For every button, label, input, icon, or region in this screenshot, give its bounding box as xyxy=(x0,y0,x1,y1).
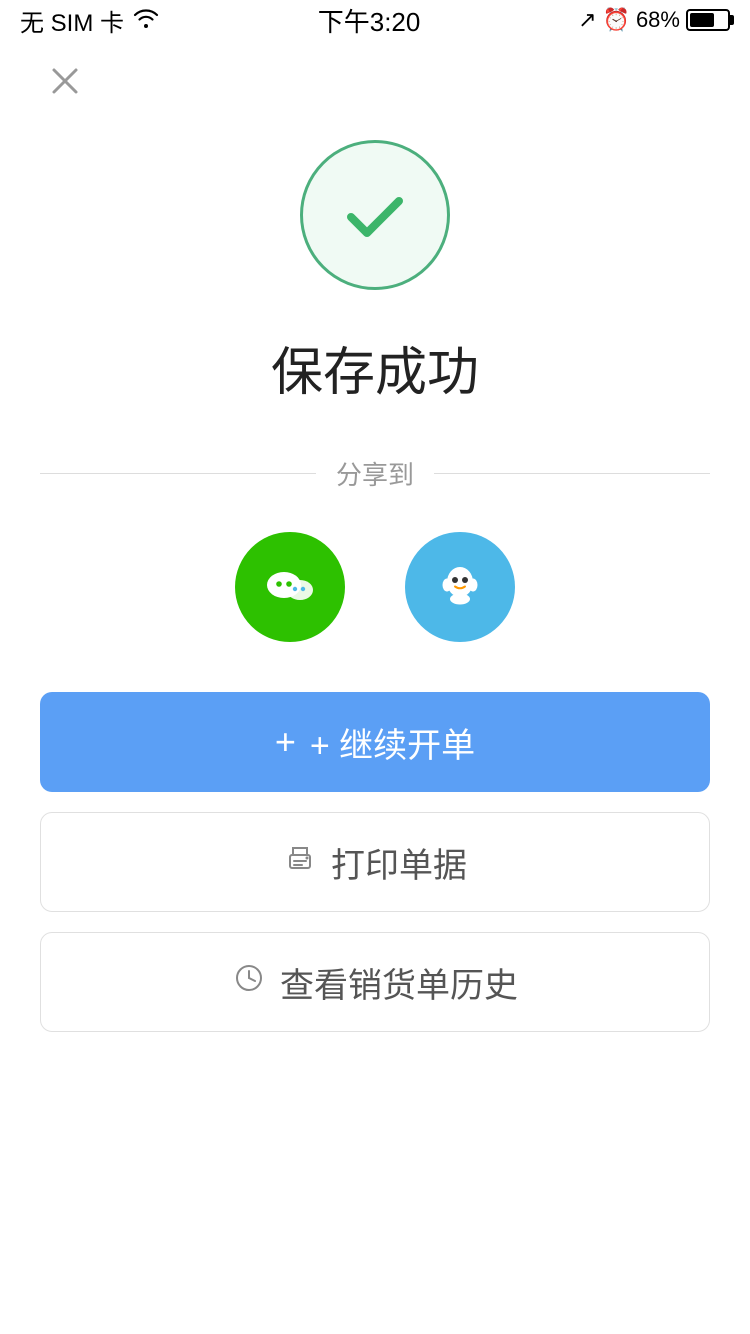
share-icons-row xyxy=(235,532,515,642)
status-time: 下午3:20 xyxy=(318,2,421,39)
history-label: 查看销货单历史 xyxy=(280,958,518,1007)
divider-left xyxy=(40,473,316,474)
plus-icon: + xyxy=(275,721,296,763)
divider-right xyxy=(434,473,710,474)
history-button[interactable]: 查看销货单历史 xyxy=(40,932,710,1032)
action-buttons: + + 继续开单 打印单据 xyxy=(0,692,750,1032)
share-divider-row: 分享到 xyxy=(40,455,710,492)
sim-status: 无 SIM 卡 xyxy=(20,3,124,38)
status-right: ↗ ⏰ 68% xyxy=(578,7,730,33)
qq-share-button[interactable] xyxy=(405,532,515,642)
continue-button[interactable]: + + 继续开单 xyxy=(40,692,710,792)
share-label: 分享到 xyxy=(336,455,414,492)
status-bar: 无 SIM 卡 下午3:20 ↗ ⏰ 68% xyxy=(0,0,750,40)
success-icon-circle xyxy=(300,140,450,290)
alarm-icon: ⏰ xyxy=(603,7,630,33)
wechat-share-button[interactable] xyxy=(235,532,345,642)
battery-icon xyxy=(686,9,730,31)
close-button[interactable] xyxy=(40,56,90,106)
main-content: 保存成功 分享到 + + 继续开单 xyxy=(0,40,750,1032)
share-section: 分享到 xyxy=(0,455,750,642)
print-button[interactable]: 打印单据 xyxy=(40,812,710,912)
clock-icon xyxy=(232,961,266,1004)
print-icon xyxy=(283,841,317,884)
success-title: 保存成功 xyxy=(271,330,479,405)
wifi-icon xyxy=(132,6,160,35)
battery-percent: 68% xyxy=(636,7,680,33)
status-left: 无 SIM 卡 xyxy=(20,3,160,38)
location-icon: ↗ xyxy=(578,7,596,33)
print-label: 打印单据 xyxy=(331,838,467,887)
continue-label: + 继续开单 xyxy=(310,718,475,767)
